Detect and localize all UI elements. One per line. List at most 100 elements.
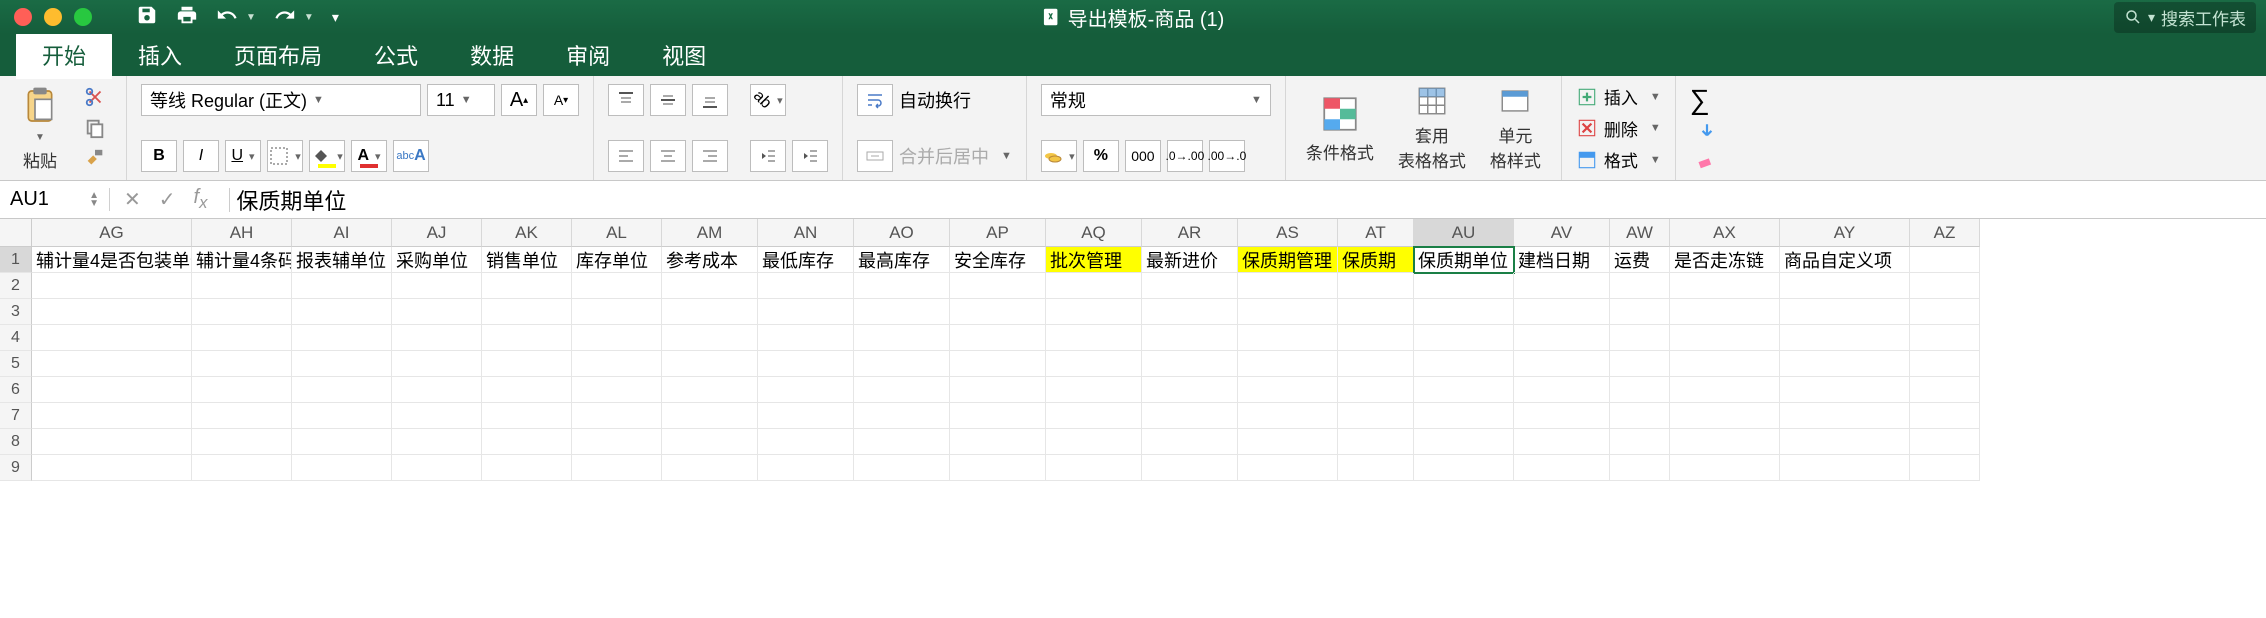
cell-AY8[interactable]	[1780, 429, 1910, 455]
column-header-AM[interactable]: AM	[662, 219, 758, 247]
cell-AV3[interactable]	[1514, 299, 1610, 325]
cell-AS4[interactable]	[1238, 325, 1338, 351]
decrease-font-button[interactable]: A▾	[543, 84, 579, 116]
cell-AL2[interactable]	[572, 273, 662, 299]
cell-AR3[interactable]	[1142, 299, 1238, 325]
cell-AS5[interactable]	[1238, 351, 1338, 377]
cell-AH9[interactable]	[192, 455, 292, 481]
increase-indent-button[interactable]	[792, 140, 828, 172]
cell-AY2[interactable]	[1780, 273, 1910, 299]
align-bottom-button[interactable]	[692, 84, 728, 116]
paste-button[interactable]: ▼ 粘贴	[14, 84, 66, 172]
cell-AI6[interactable]	[292, 377, 392, 403]
row-header-5[interactable]: 5	[0, 351, 32, 377]
cell-AW9[interactable]	[1610, 455, 1670, 481]
cell-AG3[interactable]	[32, 299, 192, 325]
cell-AR9[interactable]	[1142, 455, 1238, 481]
row-header-9[interactable]: 9	[0, 455, 32, 481]
cell-AW7[interactable]	[1610, 403, 1670, 429]
cell-AS8[interactable]	[1238, 429, 1338, 455]
cell-AP9[interactable]	[950, 455, 1046, 481]
cell-AT6[interactable]	[1338, 377, 1414, 403]
cell-AI7[interactable]	[292, 403, 392, 429]
cell-AU7[interactable]	[1414, 403, 1514, 429]
cell-AS6[interactable]	[1238, 377, 1338, 403]
table-format-button[interactable]: 套用 表格格式	[1392, 84, 1472, 172]
cell-AQ5[interactable]	[1046, 351, 1142, 377]
cell-AN2[interactable]	[758, 273, 854, 299]
column-header-AI[interactable]: AI	[292, 219, 392, 247]
cell-AU2[interactable]	[1414, 273, 1514, 299]
row-header-6[interactable]: 6	[0, 377, 32, 403]
cell-AP2[interactable]	[950, 273, 1046, 299]
cell-AT9[interactable]	[1338, 455, 1414, 481]
font-size-dropdown[interactable]: 11▼	[427, 84, 495, 116]
column-header-AK[interactable]: AK	[482, 219, 572, 247]
align-center-button[interactable]	[650, 140, 686, 172]
cell-AG6[interactable]	[32, 377, 192, 403]
cell-AP8[interactable]	[950, 429, 1046, 455]
cell-AI8[interactable]	[292, 429, 392, 455]
cell-AY5[interactable]	[1780, 351, 1910, 377]
cell-AI3[interactable]	[292, 299, 392, 325]
cell-AR4[interactable]	[1142, 325, 1238, 351]
cell-AM6[interactable]	[662, 377, 758, 403]
cell-styles-button[interactable]: 单元 格样式	[1484, 84, 1547, 172]
cell-AT5[interactable]	[1338, 351, 1414, 377]
cell-AG8[interactable]	[32, 429, 192, 455]
cell-AJ1[interactable]: 采购单位	[392, 247, 482, 273]
cell-AT2[interactable]	[1338, 273, 1414, 299]
orientation-button[interactable]: ab▾	[750, 84, 786, 116]
cell-AR1[interactable]: 最新进价	[1142, 247, 1238, 273]
cell-AM3[interactable]	[662, 299, 758, 325]
cell-AS7[interactable]	[1238, 403, 1338, 429]
row-header-1[interactable]: 1	[0, 247, 32, 273]
cell-AO8[interactable]	[854, 429, 950, 455]
column-header-AN[interactable]: AN	[758, 219, 854, 247]
cell-AG5[interactable]	[32, 351, 192, 377]
formula-input[interactable]: 保质期单位	[230, 184, 352, 216]
cell-AY9[interactable]	[1780, 455, 1910, 481]
column-header-AH[interactable]: AH	[192, 219, 292, 247]
cell-AT4[interactable]	[1338, 325, 1414, 351]
cell-AJ4[interactable]	[392, 325, 482, 351]
percent-button[interactable]: %	[1083, 140, 1119, 172]
cell-AO9[interactable]	[854, 455, 950, 481]
redo-icon[interactable]	[274, 4, 296, 31]
cancel-formula-button[interactable]: ✕	[124, 187, 141, 212]
cell-AK5[interactable]	[482, 351, 572, 377]
cell-AY7[interactable]	[1780, 403, 1910, 429]
cell-AL9[interactable]	[572, 455, 662, 481]
cell-AJ2[interactable]	[392, 273, 482, 299]
cell-AX2[interactable]	[1670, 273, 1780, 299]
decrease-indent-button[interactable]	[750, 140, 786, 172]
cell-AQ7[interactable]	[1046, 403, 1142, 429]
wrap-text-button[interactable]: 自动换行	[857, 84, 1012, 116]
cell-AN4[interactable]	[758, 325, 854, 351]
cell-AX1[interactable]: 是否走冻链	[1670, 247, 1780, 273]
cell-AH5[interactable]	[192, 351, 292, 377]
format-cells-button[interactable]: 格式▼	[1576, 147, 1661, 172]
zoom-window-button[interactable]	[74, 8, 92, 26]
currency-button[interactable]: ▾	[1041, 140, 1077, 172]
save-icon[interactable]	[136, 4, 158, 31]
conditional-format-button[interactable]: 条件格式	[1300, 84, 1380, 172]
cell-AH6[interactable]	[192, 377, 292, 403]
align-right-button[interactable]	[692, 140, 728, 172]
phonetic-button[interactable]: abcA	[393, 140, 429, 172]
cell-AL5[interactable]	[572, 351, 662, 377]
cell-AN3[interactable]	[758, 299, 854, 325]
cell-AM5[interactable]	[662, 351, 758, 377]
delete-cells-button[interactable]: 删除▼	[1576, 116, 1661, 141]
cell-AJ8[interactable]	[392, 429, 482, 455]
merge-center-button[interactable]: 合并后居中▼	[857, 140, 1012, 172]
cell-AQ9[interactable]	[1046, 455, 1142, 481]
cell-AQ2[interactable]	[1046, 273, 1142, 299]
cell-AU6[interactable]	[1414, 377, 1514, 403]
cell-AX9[interactable]	[1670, 455, 1780, 481]
confirm-formula-button[interactable]: ✓	[159, 187, 176, 212]
cell-AG7[interactable]	[32, 403, 192, 429]
row-header-8[interactable]: 8	[0, 429, 32, 455]
cell-AH4[interactable]	[192, 325, 292, 351]
cell-AZ5[interactable]	[1910, 351, 1980, 377]
